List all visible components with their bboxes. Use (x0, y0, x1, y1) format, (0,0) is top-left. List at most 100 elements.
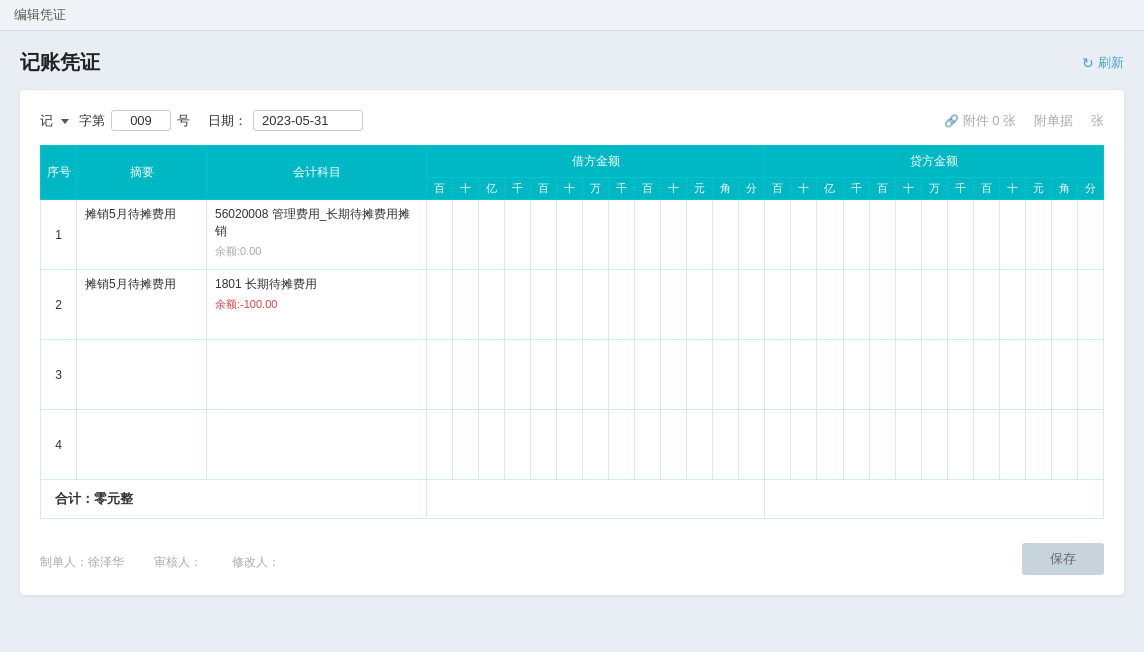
cell-account-1[interactable]: 1801 长期待摊费用余额:-100.00 (207, 270, 427, 340)
date-input[interactable] (253, 110, 363, 131)
credit-cell-2-3[interactable] (843, 340, 869, 410)
credit-cell-1-5[interactable] (895, 270, 921, 340)
debit-cell-1-1[interactable] (453, 270, 479, 340)
credit-cell-1-1[interactable] (791, 270, 817, 340)
credit-cell-3-12[interactable] (1077, 410, 1103, 480)
debit-cell-1-2[interactable] (479, 270, 505, 340)
cell-account-0[interactable]: 56020008 管理费用_长期待摊费用摊销余额:0.00 (207, 200, 427, 270)
credit-cell-3-1[interactable] (791, 410, 817, 480)
credit-cell-1-0[interactable] (765, 270, 791, 340)
debit-cell-0-11[interactable] (713, 200, 739, 270)
credit-cell-0-2[interactable] (817, 200, 843, 270)
debit-cell-2-5[interactable] (557, 340, 583, 410)
credit-cell-0-0[interactable] (765, 200, 791, 270)
debit-cell-2-7[interactable] (609, 340, 635, 410)
table-row[interactable]: 3 (41, 340, 1104, 410)
debit-cell-2-1[interactable] (453, 340, 479, 410)
credit-cell-1-10[interactable] (1025, 270, 1051, 340)
debit-cell-0-0[interactable] (427, 200, 453, 270)
credit-cell-3-9[interactable] (999, 410, 1025, 480)
debit-cell-3-11[interactable] (713, 410, 739, 480)
credit-cell-0-8[interactable] (973, 200, 999, 270)
credit-cell-0-10[interactable] (1025, 200, 1051, 270)
credit-cell-0-6[interactable] (921, 200, 947, 270)
debit-cell-0-10[interactable] (687, 200, 713, 270)
debit-cell-0-2[interactable] (479, 200, 505, 270)
debit-cell-0-7[interactable] (609, 200, 635, 270)
credit-cell-1-9[interactable] (999, 270, 1025, 340)
credit-cell-1-8[interactable] (973, 270, 999, 340)
debit-cell-3-8[interactable] (635, 410, 661, 480)
debit-cell-3-0[interactable] (427, 410, 453, 480)
credit-cell-1-12[interactable] (1077, 270, 1103, 340)
credit-cell-3-7[interactable] (947, 410, 973, 480)
credit-cell-3-11[interactable] (1051, 410, 1077, 480)
debit-cell-0-9[interactable] (661, 200, 687, 270)
credit-cell-2-4[interactable] (869, 340, 895, 410)
credit-cell-2-5[interactable] (895, 340, 921, 410)
debit-cell-2-2[interactable] (479, 340, 505, 410)
zi-input[interactable] (111, 110, 171, 131)
debit-cell-1-7[interactable] (609, 270, 635, 340)
table-row[interactable]: 2摊销5月待摊费用1801 长期待摊费用余额:-100.00 (41, 270, 1104, 340)
debit-cell-0-8[interactable] (635, 200, 661, 270)
credit-cell-0-9[interactable] (999, 200, 1025, 270)
debit-cell-2-0[interactable] (427, 340, 453, 410)
credit-cell-3-4[interactable] (869, 410, 895, 480)
cell-summary-2[interactable] (77, 340, 207, 410)
credit-cell-2-1[interactable] (791, 340, 817, 410)
debit-cell-3-7[interactable] (609, 410, 635, 480)
credit-cell-1-2[interactable] (817, 270, 843, 340)
debit-cell-3-1[interactable] (453, 410, 479, 480)
credit-cell-3-0[interactable] (765, 410, 791, 480)
credit-cell-2-2[interactable] (817, 340, 843, 410)
debit-cell-2-6[interactable] (583, 340, 609, 410)
debit-cell-3-2[interactable] (479, 410, 505, 480)
credit-cell-3-5[interactable] (895, 410, 921, 480)
refresh-button[interactable]: ↻ 刷新 (1082, 54, 1124, 72)
fj-label[interactable]: 附单据 (1034, 112, 1073, 130)
credit-cell-0-3[interactable] (843, 200, 869, 270)
credit-cell-0-11[interactable] (1051, 200, 1077, 270)
debit-cell-3-6[interactable] (583, 410, 609, 480)
debit-cell-3-3[interactable] (505, 410, 531, 480)
debit-cell-2-4[interactable] (531, 340, 557, 410)
credit-cell-0-1[interactable] (791, 200, 817, 270)
credit-cell-0-4[interactable] (869, 200, 895, 270)
debit-cell-3-5[interactable] (557, 410, 583, 480)
credit-cell-3-10[interactable] (1025, 410, 1051, 480)
cell-summary-1[interactable]: 摊销5月待摊费用 (77, 270, 207, 340)
credit-cell-2-11[interactable] (1051, 340, 1077, 410)
debit-cell-1-12[interactable] (739, 270, 765, 340)
credit-cell-3-8[interactable] (973, 410, 999, 480)
debit-cell-1-4[interactable] (531, 270, 557, 340)
debit-cell-1-0[interactable] (427, 270, 453, 340)
debit-cell-3-4[interactable] (531, 410, 557, 480)
credit-cell-2-12[interactable] (1077, 340, 1103, 410)
debit-cell-0-3[interactable] (505, 200, 531, 270)
credit-cell-1-3[interactable] (843, 270, 869, 340)
table-row[interactable]: 4 (41, 410, 1104, 480)
table-row[interactable]: 1摊销5月待摊费用56020008 管理费用_长期待摊费用摊销余额:0.00 (41, 200, 1104, 270)
debit-cell-3-10[interactable] (687, 410, 713, 480)
debit-cell-0-4[interactable] (531, 200, 557, 270)
credit-cell-2-9[interactable] (999, 340, 1025, 410)
credit-cell-2-7[interactable] (947, 340, 973, 410)
debit-cell-2-8[interactable] (635, 340, 661, 410)
debit-cell-1-8[interactable] (635, 270, 661, 340)
credit-cell-1-4[interactable] (869, 270, 895, 340)
attach-link[interactable]: 🔗 附件 0 张 (944, 112, 1016, 130)
debit-cell-0-1[interactable] (453, 200, 479, 270)
debit-cell-3-12[interactable] (739, 410, 765, 480)
cell-summary-3[interactable] (77, 410, 207, 480)
credit-cell-3-6[interactable] (921, 410, 947, 480)
debit-cell-0-6[interactable] (583, 200, 609, 270)
debit-cell-1-9[interactable] (661, 270, 687, 340)
debit-cell-2-3[interactable] (505, 340, 531, 410)
credit-cell-2-0[interactable] (765, 340, 791, 410)
debit-cell-1-10[interactable] (687, 270, 713, 340)
debit-cell-1-11[interactable] (713, 270, 739, 340)
credit-cell-3-2[interactable] (817, 410, 843, 480)
credit-cell-3-3[interactable] (843, 410, 869, 480)
debit-cell-2-10[interactable] (687, 340, 713, 410)
